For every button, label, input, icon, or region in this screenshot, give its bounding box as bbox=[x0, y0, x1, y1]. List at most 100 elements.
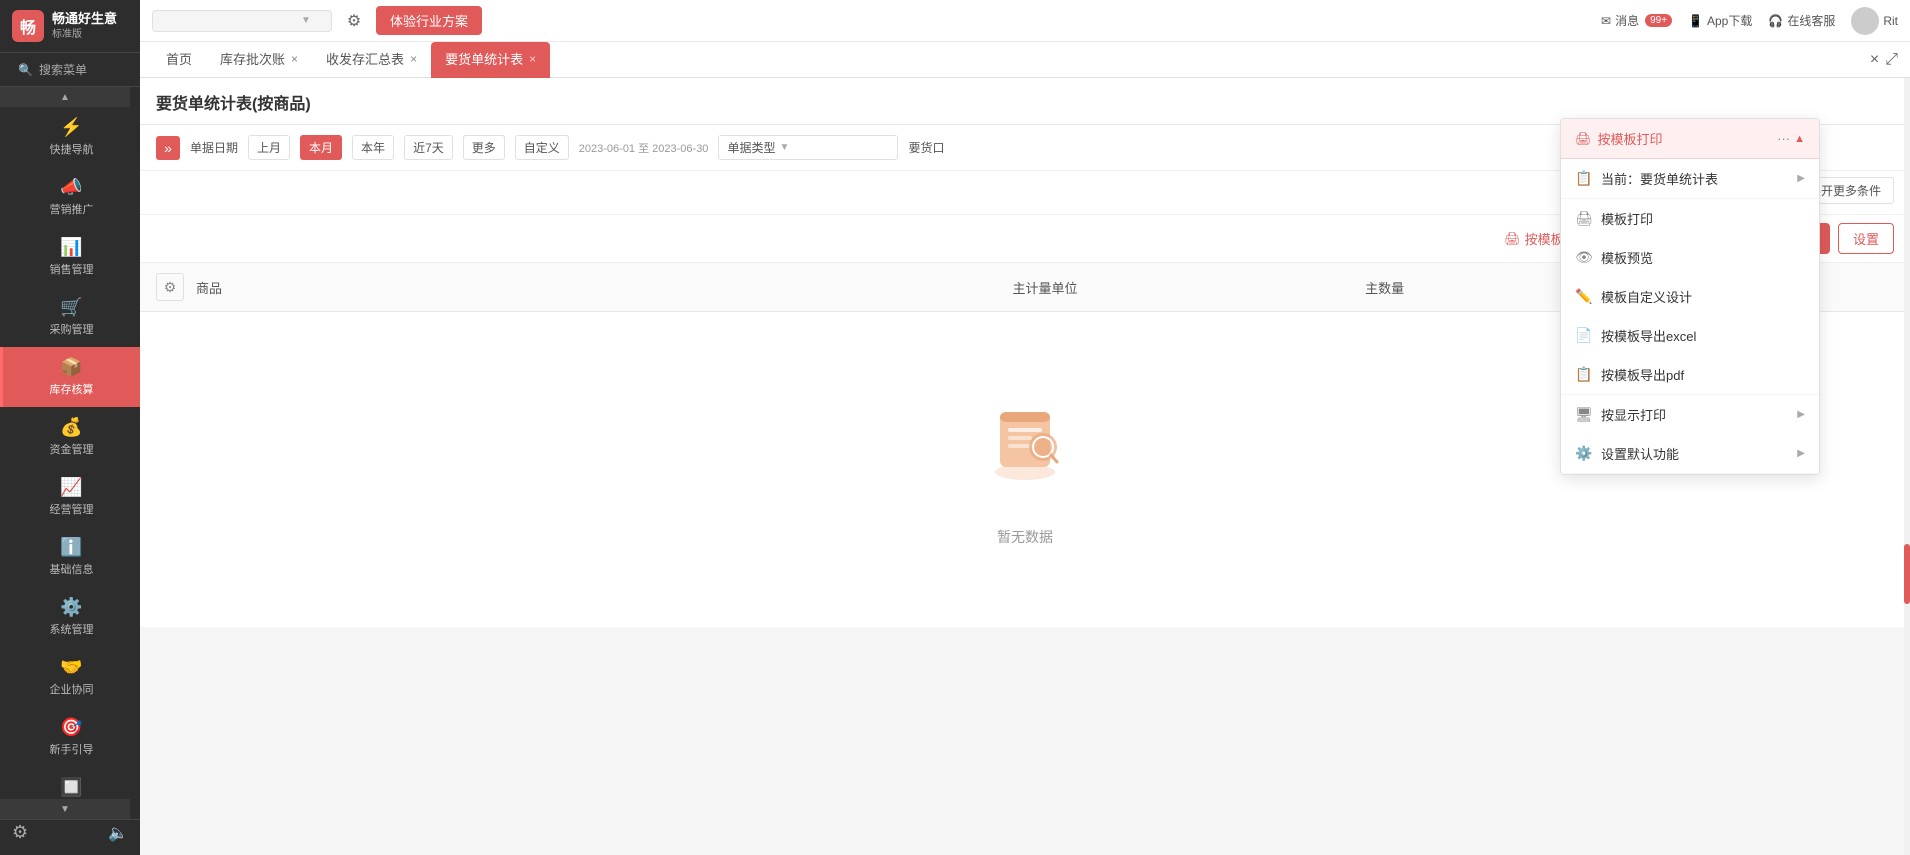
main-area: ▼ ⚙ 体验行业方案 ✉ 消息 99+ 📱 App下载 🎧 在线客服 Rit bbox=[140, 0, 1910, 855]
th-gear: ⚙ bbox=[156, 273, 196, 301]
tab-maximize-btn[interactable]: ⤢ bbox=[1885, 51, 1898, 69]
date-btn-more[interactable]: 更多 bbox=[463, 135, 505, 160]
inventory-icon: 📦 bbox=[60, 357, 82, 378]
sidebar-item-purchase[interactable]: 🛒 采购管理 bbox=[0, 287, 140, 347]
page-title: 要货单统计表(按商品) bbox=[156, 90, 1894, 114]
order-type-arrow-icon: ▼ bbox=[779, 142, 789, 153]
sidebar-item-system[interactable]: ⚙️ 系统管理 bbox=[0, 587, 140, 647]
topbar-gear-button[interactable]: ⚙ bbox=[340, 7, 368, 35]
sidebar-item-basics[interactable]: ℹ️ 基础信息 bbox=[0, 527, 140, 587]
export-pdf-item[interactable]: 📋 按模板导出pdf bbox=[1561, 355, 1819, 394]
app-logo[interactable]: 畅 畅通好生意 标准版 bbox=[0, 0, 140, 53]
date-btn-custom[interactable]: 自定义 bbox=[515, 135, 569, 160]
settings-btn[interactable]: 设置 bbox=[1838, 223, 1894, 254]
shortcut-icon: ⚡ bbox=[60, 117, 82, 138]
page-content: 要货单统计表(按商品) » 单据日期 上月 本月 本年 近7天 更多 自定义 2… bbox=[140, 78, 1910, 855]
app-subtitle: 标准版 bbox=[52, 28, 117, 42]
template-preview-item[interactable]: 👁 模板预览 bbox=[1561, 238, 1819, 277]
tab-inventory-batch[interactable]: 库存批次账 × bbox=[206, 42, 312, 78]
print-dropdown-more-icon[interactable]: ··· bbox=[1777, 131, 1790, 146]
tab-home[interactable]: 首页 bbox=[152, 42, 206, 78]
filter-expand-btn[interactable]: » bbox=[156, 136, 180, 160]
order-goods-label: 要货口 bbox=[908, 139, 944, 156]
sidebar-item-shortcut[interactable]: ⚡ 快捷导航 bbox=[0, 107, 140, 167]
app-download-btn[interactable]: 📱 App下载 bbox=[1688, 12, 1752, 29]
current-template-item[interactable]: 📋 当前：要货单统计表 ▶ bbox=[1561, 159, 1819, 198]
current-template-icon: 📋 bbox=[1575, 170, 1593, 187]
message-badge: 99+ bbox=[1645, 14, 1672, 27]
table-settings-icon[interactable]: ⚙ bbox=[156, 273, 184, 301]
tab-order-stats[interactable]: 要货单统计表 × bbox=[431, 42, 550, 78]
display-print-item[interactable]: 🖥 按显示打印 ▶ bbox=[1561, 395, 1819, 434]
enterprise-icon: 🤝 bbox=[60, 657, 82, 678]
sidebar-settings-gear[interactable]: ⚙ bbox=[12, 822, 28, 843]
app-download-icon: 📱 bbox=[1688, 14, 1703, 28]
tabs-right-controls: × ⤢ bbox=[1870, 51, 1898, 69]
tab-close-order-stats[interactable]: × bbox=[529, 52, 536, 66]
sidebar-item-enterprise[interactable]: 🤝 企业协同 bbox=[0, 647, 140, 707]
sidebar-item-marketing[interactable]: 📣 营销推广 bbox=[0, 167, 140, 227]
user-avatar-btn[interactable]: Rit bbox=[1851, 7, 1898, 35]
default-func-icon: ⚙️ bbox=[1575, 445, 1593, 462]
current-template-label: 当前：要货单统计表 bbox=[1601, 169, 1718, 188]
th-product: 商品 bbox=[196, 278, 875, 297]
empty-illustration bbox=[975, 392, 1075, 511]
message-btn[interactable]: ✉ 消息 99+ bbox=[1601, 12, 1672, 29]
basics-icon: ℹ️ bbox=[60, 537, 82, 558]
finance-icon: 💰 bbox=[60, 417, 82, 438]
template-items-section: 🖨 模板打印 👁 模板预览 ✏️ 模板自定义设计 📄 按模板导出excel bbox=[1561, 199, 1819, 395]
topbar-right: ✉ 消息 99+ 📱 App下载 🎧 在线客服 Rit bbox=[1601, 7, 1898, 35]
print-dropdown-icon: 🖨 bbox=[1575, 131, 1592, 147]
sidebar-item-sales[interactable]: 📊 销售管理 bbox=[0, 227, 140, 287]
scrollbar-thumb bbox=[1904, 544, 1910, 604]
search-menu[interactable]: 🔍 搜索菜单 bbox=[0, 53, 140, 87]
order-type-select[interactable]: 单据类型 ▼ bbox=[718, 135, 898, 160]
sidebar-scroll-up[interactable]: ▲ bbox=[0, 87, 130, 107]
expand-items-section: 🖥 按显示打印 ▶ ⚙️ 设置默认功能 ▶ bbox=[1561, 395, 1819, 474]
date-btn-current-month[interactable]: 本月 bbox=[300, 135, 342, 160]
print-icon: 🖨 bbox=[1504, 231, 1521, 247]
date-filter-label: 单据日期 bbox=[190, 139, 238, 156]
sidebar: 畅 畅通好生意 标准版 🔍 搜索菜单 ▲ ⚡ 快捷导航 📣 营销推广 📊 销售管… bbox=[0, 0, 140, 855]
right-scrollbar[interactable] bbox=[1904, 78, 1910, 855]
sidebar-item-apps[interactable]: 🔲 应用中心 bbox=[0, 767, 140, 799]
tab-close-receipt-summary[interactable]: × bbox=[410, 52, 417, 66]
sidebar-item-operations[interactable]: 📈 经营管理 bbox=[0, 467, 140, 527]
tab-close-all-btn[interactable]: × bbox=[1870, 51, 1879, 69]
message-icon: ✉ bbox=[1601, 14, 1611, 28]
topbar-search-down-icon: ▼ bbox=[301, 15, 311, 26]
sidebar-item-inventory[interactable]: 📦 库存核算 bbox=[0, 347, 140, 407]
purchase-icon: 🛒 bbox=[60, 297, 82, 318]
tab-close-inventory-batch[interactable]: × bbox=[291, 52, 298, 66]
sidebar-item-finance[interactable]: 💰 资金管理 bbox=[0, 407, 140, 467]
display-print-icon: 🖥 bbox=[1575, 406, 1593, 423]
logo-icon: 畅 bbox=[12, 10, 44, 42]
order-type-label: 单据类型 bbox=[727, 139, 775, 156]
sales-icon: 📊 bbox=[60, 237, 82, 258]
template-print-item[interactable]: 🖨 模板打印 bbox=[1561, 199, 1819, 238]
industry-solution-button[interactable]: 体验行业方案 bbox=[376, 6, 482, 35]
topbar: ▼ ⚙ 体验行业方案 ✉ 消息 99+ 📱 App下载 🎧 在线客服 Rit bbox=[140, 0, 1910, 42]
current-template-section: 📋 当前：要货单统计表 ▶ bbox=[1561, 159, 1819, 199]
tab-receipt-summary[interactable]: 收发存汇总表 × bbox=[312, 42, 431, 78]
marketing-icon: 📣 bbox=[60, 177, 82, 198]
sidebar-nav: ⚡ 快捷导航 📣 营销推广 📊 销售管理 🛒 采购管理 📦 库存核算 💰 资金管… bbox=[0, 107, 140, 799]
sidebar-scroll-down[interactable]: ▼ bbox=[0, 799, 130, 819]
export-pdf-icon: 📋 bbox=[1575, 366, 1593, 383]
apps-icon: 🔲 bbox=[60, 777, 82, 798]
th-quantity: 主数量 bbox=[1215, 278, 1555, 297]
export-excel-item[interactable]: 📄 按模板导出excel bbox=[1561, 316, 1819, 355]
default-func-item[interactable]: ⚙️ 设置默认功能 ▶ bbox=[1561, 434, 1819, 473]
default-func-arrow: ▶ bbox=[1797, 448, 1805, 459]
print-dropdown-up-icon[interactable]: ▲ bbox=[1794, 133, 1805, 145]
sidebar-item-newbie[interactable]: 🎯 新手引导 bbox=[0, 707, 140, 767]
date-btn-last7[interactable]: 近7天 bbox=[404, 135, 453, 160]
export-excel-icon: 📄 bbox=[1575, 327, 1593, 344]
topbar-search-wrap: ▼ bbox=[152, 10, 332, 32]
date-btn-prev-month[interactable]: 上月 bbox=[248, 135, 290, 160]
sidebar-sound-btn[interactable]: 🔈 bbox=[108, 823, 128, 843]
topbar-search-input[interactable] bbox=[161, 14, 301, 28]
date-btn-current-year[interactable]: 本年 bbox=[352, 135, 394, 160]
template-design-item[interactable]: ✏️ 模板自定义设计 bbox=[1561, 277, 1819, 316]
online-service-btn[interactable]: 🎧 在线客服 bbox=[1768, 12, 1835, 29]
